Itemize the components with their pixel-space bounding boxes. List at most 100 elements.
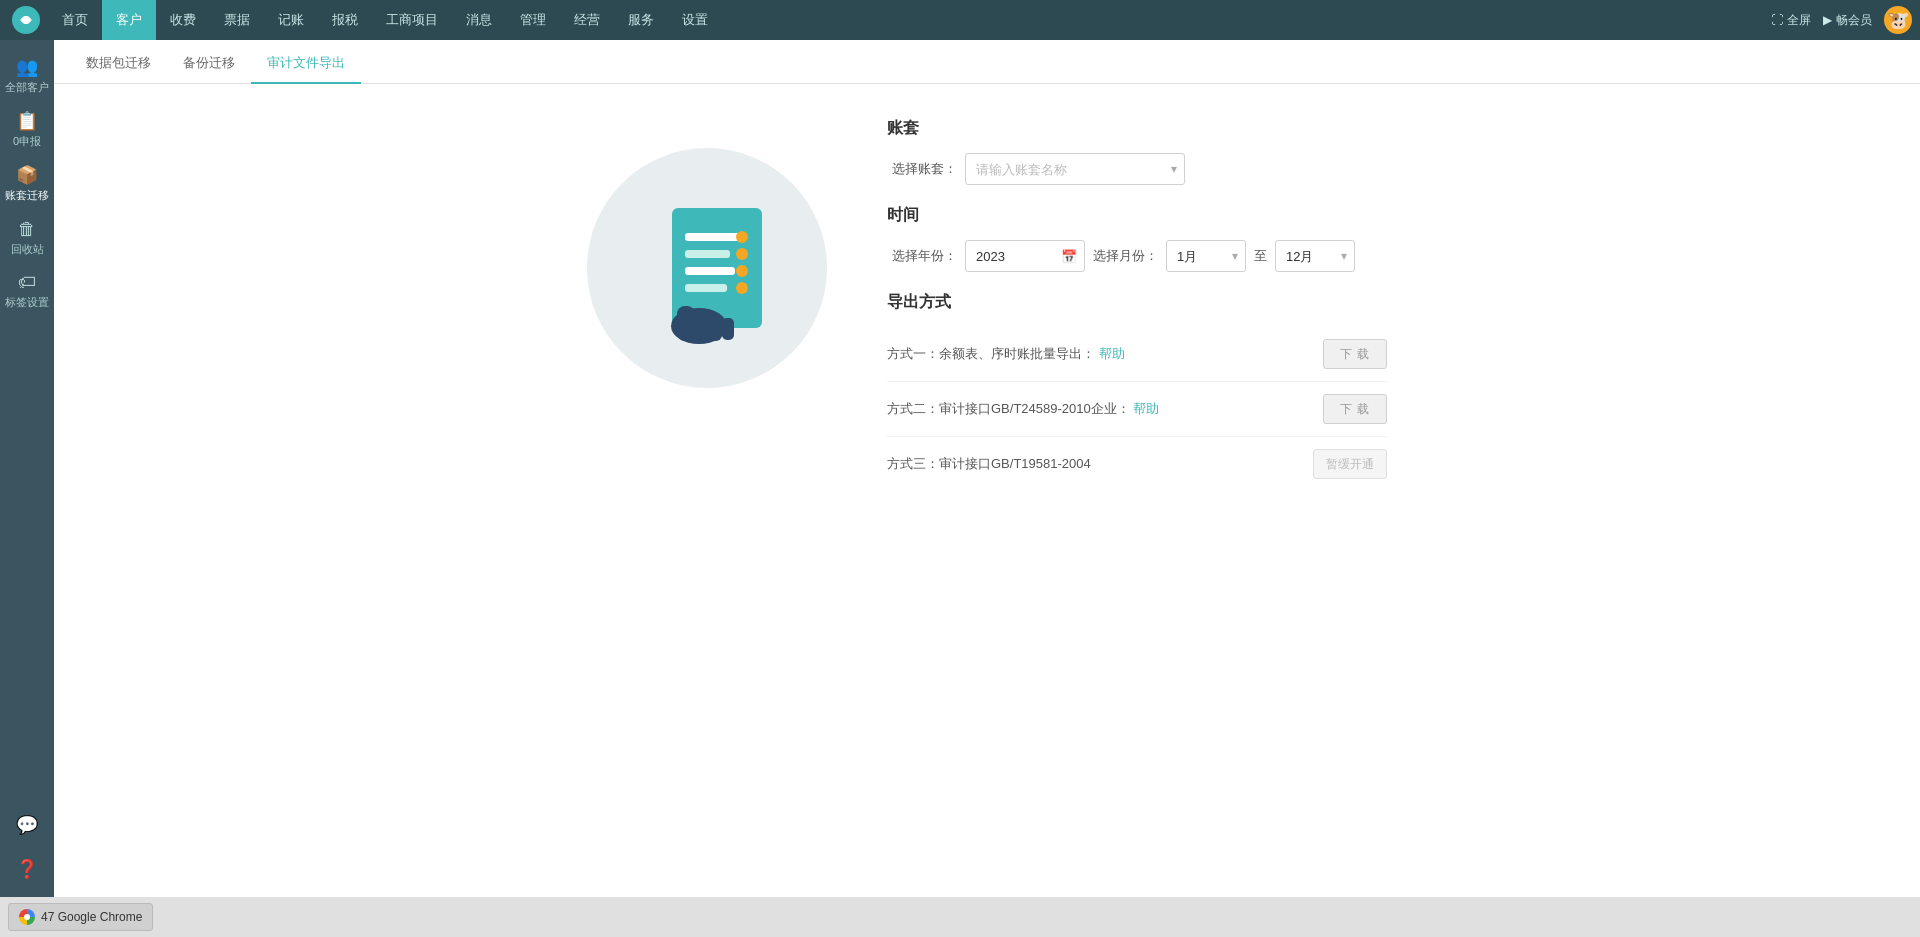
nav-message[interactable]: 消息 [452, 0, 506, 40]
nav-customer[interactable]: 客户 [102, 0, 156, 40]
nav-operate[interactable]: 经营 [560, 0, 614, 40]
tab-data-migration[interactable]: 数据包迁移 [70, 44, 167, 84]
sidebar-bottom: 💬 ❓ [0, 805, 54, 897]
svg-rect-13 [695, 313, 709, 341]
month-to-select[interactable]: 1月2月3月 4月5月6月 7月8月9月 10月11月 12月 [1275, 240, 1355, 272]
export-method-1-help-link[interactable]: 帮助 [1099, 346, 1125, 361]
tabs-bar: 数据包迁移 备份迁移 审计文件导出 [54, 40, 1920, 84]
sidebar-item-zero-declaration[interactable]: 📋 0申报 [0, 102, 54, 156]
time-section-title: 时间 [887, 205, 1387, 226]
year-input-wrap: 📅 [965, 240, 1085, 272]
svg-rect-3 [685, 233, 740, 241]
illustration-svg [627, 178, 787, 358]
account-select-row: 选择账套： ▾ [887, 153, 1387, 185]
nav-items: 首页 客户 收费 票据 记账 报税 工商项目 消息 管理 经营 服务 设置 [48, 0, 1771, 40]
svg-point-9 [736, 265, 748, 277]
sidebar-item-account-migration-label: 账套迁移 [5, 189, 49, 202]
nav-manage[interactable]: 管理 [506, 0, 560, 40]
time-controls: 📅 选择月份： 1月2月3月 4月5月6月 7月8月9月 10月11月12月 ▾ [965, 240, 1355, 272]
svg-point-8 [736, 248, 748, 260]
fullscreen-label: 全屏 [1787, 12, 1811, 29]
recycle-icon: 🗑 [18, 219, 36, 240]
nav-invoice[interactable]: 票据 [210, 0, 264, 40]
taskbar: 47 Google Chrome [0, 897, 1920, 937]
sidebar-item-all-customers[interactable]: 👥 全部客户 [0, 48, 54, 102]
sidebar-chat-button[interactable]: 💬 [0, 805, 54, 845]
year-label: 选择年份： [887, 247, 957, 265]
sidebar-item-zero-declaration-label: 0申报 [13, 135, 41, 148]
tab-backup-migration[interactable]: 备份迁移 [167, 44, 251, 84]
export-method-3-row: 方式三：审计接口GB/T19581-2004 暂缓开通 [887, 437, 1387, 491]
export-method-2-download-button[interactable]: 下 载 [1323, 394, 1387, 424]
nav-bizproject[interactable]: 工商项目 [372, 0, 452, 40]
top-nav: 首页 客户 收费 票据 记账 报税 工商项目 消息 管理 经营 服务 设置 ⛶ … [0, 0, 1920, 40]
year-input[interactable] [965, 240, 1085, 272]
export-method-1-row: 方式一：余额表、序时账批量导出： 帮助 下 载 [887, 327, 1387, 382]
form-area: 账套 选择账套： ▾ 时间 选择年份： 📅 [887, 108, 1387, 491]
avatar[interactable]: 🐮 [1884, 6, 1912, 34]
svg-rect-15 [722, 318, 734, 340]
nav-tax[interactable]: 报税 [318, 0, 372, 40]
logo[interactable] [8, 2, 44, 38]
account-search-input[interactable] [965, 153, 1185, 185]
top-nav-right: ⛶ 全屏 ▶ 畅会员 🐮 [1771, 6, 1912, 34]
sidebar-item-recycle[interactable]: 🗑 回收站 [0, 211, 54, 264]
month-to-wrap: 1月2月3月 4月5月6月 7月8月9月 10月11月 12月 ▾ [1275, 240, 1355, 272]
sidebar-help-button[interactable]: ❓ [0, 849, 54, 889]
help-icon: ❓ [16, 858, 38, 880]
export-method-3-soon-button: 暂缓开通 [1313, 449, 1387, 479]
svg-rect-14 [709, 316, 722, 341]
account-section-title: 账套 [887, 118, 1387, 139]
account-select-wrap: ▾ [965, 153, 1185, 185]
member-button[interactable]: ▶ 畅会员 [1823, 12, 1872, 29]
content-area: 数据包迁移 备份迁移 审计文件导出 [54, 40, 1920, 897]
export-method-1-download-button[interactable]: 下 载 [1323, 339, 1387, 369]
svg-rect-5 [685, 267, 735, 275]
svg-point-7 [736, 231, 748, 243]
svg-rect-4 [685, 250, 730, 258]
fullscreen-button[interactable]: ⛶ 全屏 [1771, 12, 1811, 29]
export-method-1-text: 方式一：余额表、序时账批量导出： [887, 346, 1095, 361]
export-section-title: 导出方式 [887, 292, 1387, 313]
sidebar-item-all-customers-label: 全部客户 [5, 81, 49, 94]
sidebar-item-tag-settings[interactable]: 🏷 标签设置 [0, 264, 54, 317]
export-method-3-label: 方式三：审计接口GB/T19581-2004 [887, 455, 1313, 473]
svg-rect-12 [677, 306, 695, 341]
play-icon: ▶ [1823, 13, 1832, 27]
fullscreen-icon: ⛶ [1771, 13, 1783, 27]
taskbar-chrome-item[interactable]: 47 Google Chrome [8, 903, 153, 931]
chrome-icon [19, 909, 35, 925]
month-from-select[interactable]: 1月2月3月 4月5月6月 7月8月9月 10月11月12月 [1166, 240, 1246, 272]
sidebar-item-tag-settings-label: 标签设置 [5, 296, 49, 309]
export-method-2-label: 方式二：审计接口GB/T24589-2010企业： 帮助 [887, 400, 1323, 418]
customers-icon: 👥 [16, 56, 38, 78]
export-method-3-text: 方式三：审计接口GB/T19581-2004 [887, 456, 1091, 471]
nav-service[interactable]: 服务 [614, 0, 668, 40]
svg-point-1 [22, 16, 30, 24]
month-label: 选择月份： [1093, 247, 1158, 265]
nav-settings[interactable]: 设置 [668, 0, 722, 40]
svg-point-10 [736, 282, 748, 294]
nav-home[interactable]: 首页 [48, 0, 102, 40]
export-method-2-row: 方式二：审计接口GB/T24589-2010企业： 帮助 下 载 [887, 382, 1387, 437]
illustration-circle [587, 148, 827, 388]
tag-icon: 🏷 [18, 272, 36, 293]
export-method-2-text: 方式二：审计接口GB/T24589-2010企业： [887, 401, 1130, 416]
time-row: 选择年份： 📅 选择月份： 1月2月3月 4月5月6月 7月8月9月 [887, 240, 1387, 272]
nav-accounting[interactable]: 记账 [264, 0, 318, 40]
sidebar-item-account-migration[interactable]: 📦 账套迁移 [0, 156, 54, 210]
export-method-1-label: 方式一：余额表、序时账批量导出： 帮助 [887, 345, 1323, 363]
nav-fee[interactable]: 收费 [156, 0, 210, 40]
member-label: 畅会员 [1836, 12, 1872, 29]
declaration-icon: 📋 [16, 110, 38, 132]
sidebar: 👥 全部客户 📋 0申报 📦 账套迁移 🗑 回收站 🏷 标签设置 💬 ❓ [0, 40, 54, 897]
page-content: 账套 选择账套： ▾ 时间 选择年份： 📅 [54, 84, 1920, 897]
export-method-2-help-link[interactable]: 帮助 [1133, 401, 1159, 416]
tab-audit-export[interactable]: 审计文件导出 [251, 44, 361, 84]
month-from-wrap: 1月2月3月 4月5月6月 7月8月9月 10月11月12月 ▾ [1166, 240, 1246, 272]
main-layout: 👥 全部客户 📋 0申报 📦 账套迁移 🗑 回收站 🏷 标签设置 💬 ❓ [0, 40, 1920, 897]
to-label: 至 [1254, 247, 1267, 265]
sidebar-item-recycle-label: 回收站 [11, 243, 44, 256]
illustration-wrap [587, 148, 827, 388]
chat-icon: 💬 [16, 814, 38, 836]
